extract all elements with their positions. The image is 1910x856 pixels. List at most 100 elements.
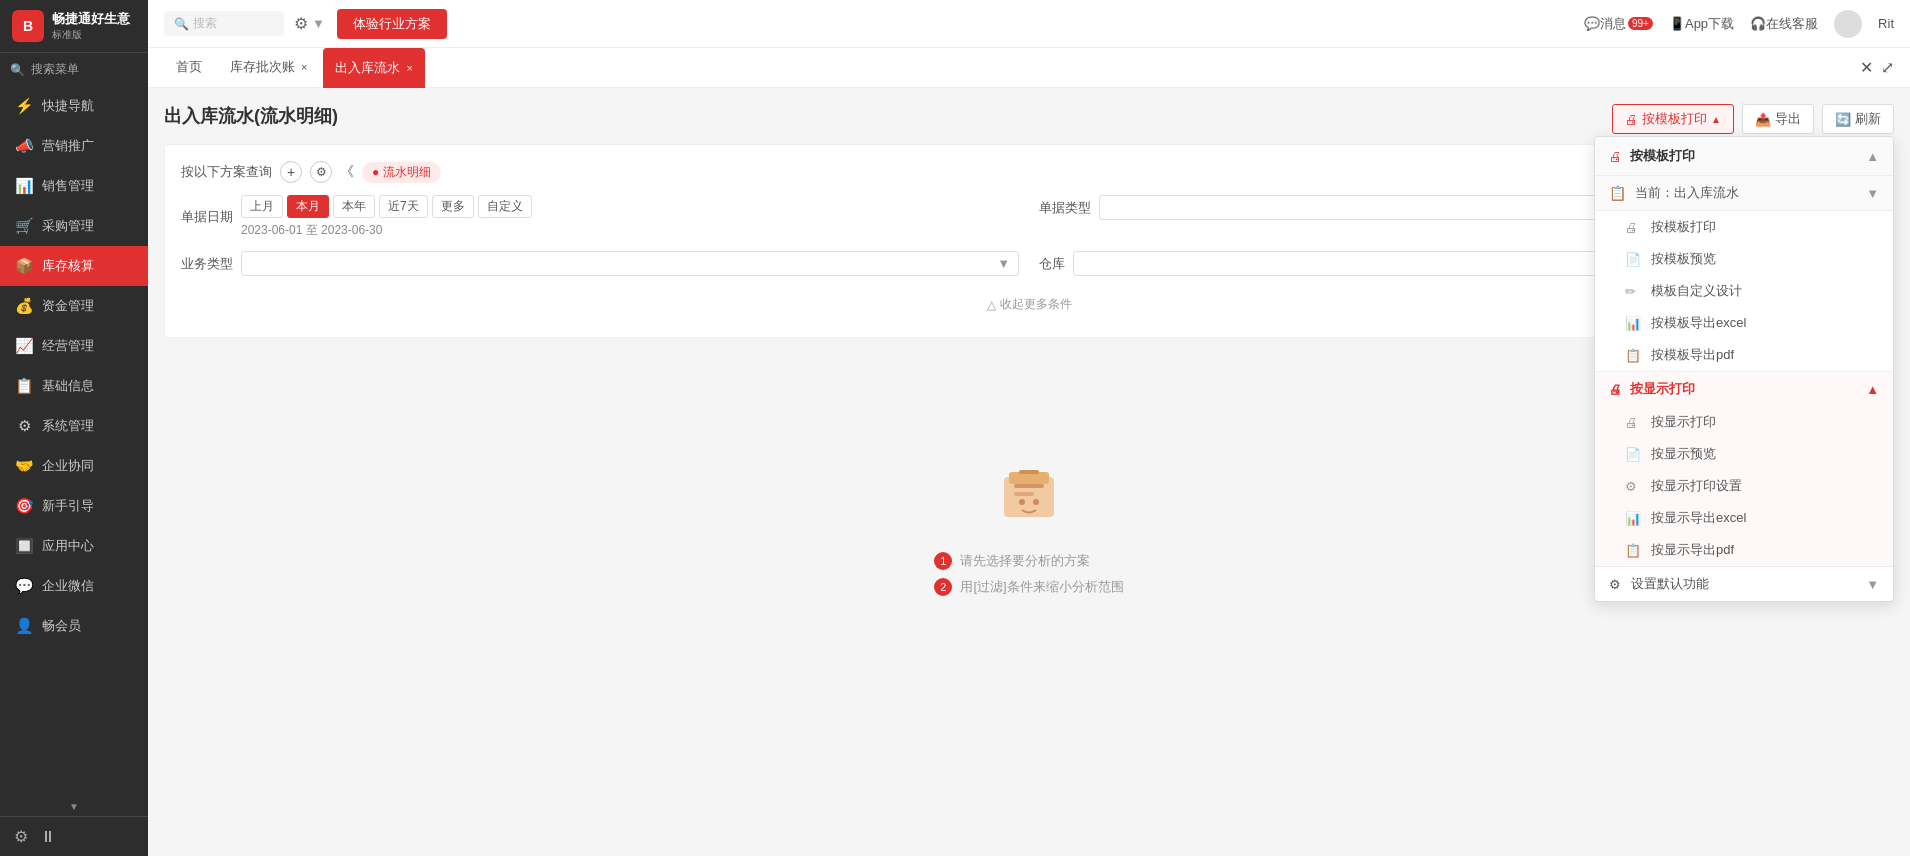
search-icon: 🔍 xyxy=(174,17,189,31)
sidebar-item-app-center[interactable]: 🔲 应用中心 xyxy=(0,526,148,566)
sidebar-logo: B 畅捷通好生意 标准版 xyxy=(0,0,148,53)
close-tab-icon[interactable]: ✕ xyxy=(1860,58,1873,77)
date-btn-recent-7days[interactable]: 近7天 xyxy=(379,195,428,218)
search-icon: 🔍 xyxy=(10,63,25,77)
sidebar: B 畅捷通好生意 标准版 🔍 搜索菜单 ⚡ 快捷导航 📣 营销推广 📊 销售管理… xyxy=(0,0,148,856)
sidebar-search[interactable]: 🔍 搜索菜单 xyxy=(0,53,148,86)
sidebar-item-guide[interactable]: 🎯 新手引导 xyxy=(0,486,148,526)
export-icon: 📤 xyxy=(1755,112,1771,127)
app-download[interactable]: 📱 App下载 xyxy=(1669,15,1734,33)
date-btn-current-month[interactable]: 本月 xyxy=(287,195,329,218)
chevron-up-icon[interactable]: ▲ xyxy=(1866,149,1879,164)
display-preview-btn[interactable]: 📄 按显示预览 xyxy=(1595,438,1893,470)
tab-home[interactable]: 首页 xyxy=(164,48,214,88)
template-export-excel-btn[interactable]: 📊 按模板导出excel xyxy=(1595,307,1893,339)
system-icon: ⚙ xyxy=(14,416,34,436)
topbar: 🔍 搜索 ⚙ ▼ 体验行业方案 💬 消息 99+ 📱 App下载 🎧 在线客服 … xyxy=(148,0,1910,48)
date-btn-custom[interactable]: 自定义 xyxy=(478,195,532,218)
chevron-down-icon: ▼ xyxy=(997,256,1010,271)
filter-tag-icon: ● xyxy=(372,165,379,179)
filter-setting-btn[interactable]: ⚙ xyxy=(310,161,332,183)
sidebar-item-purchase[interactable]: 🛒 采购管理 xyxy=(0,206,148,246)
date-btn-prev-month[interactable]: 上月 xyxy=(241,195,283,218)
sidebar-item-inventory[interactable]: 📦 库存核算 xyxy=(0,246,148,286)
enterprise-icon: 🤝 xyxy=(14,456,34,476)
sidebar-item-operations[interactable]: 📈 经营管理 xyxy=(0,326,148,366)
empty-step-1: 1 请先选择要分析的方案 xyxy=(934,552,1123,570)
tab-controls: ✕ ⤢ xyxy=(1860,58,1894,77)
sidebar-item-sales[interactable]: 📊 销售管理 xyxy=(0,166,148,206)
sidebar-item-marketing[interactable]: 📣 营销推广 xyxy=(0,126,148,166)
dropdown-arrow-icon[interactable]: ▼ xyxy=(312,16,325,31)
basic-icon: 📋 xyxy=(14,376,34,396)
tabs: 首页 库存批次账 × 出入库流水 × ✕ ⤢ xyxy=(148,48,1910,88)
template-preview-btn[interactable]: 📄 按模板预览 xyxy=(1595,243,1893,275)
empty-illustration xyxy=(989,452,1069,532)
display-print-settings-btn[interactable]: ⚙ 按显示打印设置 xyxy=(1595,470,1893,502)
date-btn-current-year[interactable]: 本年 xyxy=(333,195,375,218)
message-badge[interactable]: 💬 消息 99+ xyxy=(1584,15,1653,33)
maximize-icon[interactable]: ⤢ xyxy=(1881,58,1894,77)
current-template-info: 📋 当前：出入库流水 ▼ xyxy=(1595,176,1893,211)
online-service[interactable]: 🎧 在线客服 xyxy=(1750,15,1818,33)
filter-business-select[interactable]: ▼ xyxy=(241,251,1019,276)
sidebar-item-label: 应用中心 xyxy=(42,537,94,555)
display-export-excel-btn[interactable]: 📊 按显示导出excel xyxy=(1595,502,1893,534)
filter-date-btns: 上月 本月 本年 近7天 更多 自定义 xyxy=(241,195,532,218)
sidebar-item-system[interactable]: ⚙ 系统管理 xyxy=(0,406,148,446)
print-template-btn[interactable]: 🖨 按模板打印 ▲ xyxy=(1612,104,1734,134)
tab-flow[interactable]: 出入库流水 × xyxy=(323,48,424,88)
refresh-btn[interactable]: 🔄 刷新 xyxy=(1822,104,1894,134)
industry-btn[interactable]: 体验行业方案 xyxy=(337,9,447,39)
set-default-btn[interactable]: ⚙ 设置默认功能 ▼ xyxy=(1595,566,1893,601)
tab-batch-ledger[interactable]: 库存批次账 × xyxy=(218,48,319,88)
sidebar-item-label: 畅会员 xyxy=(42,617,81,635)
filter-collapse-btn[interactable]: 《 xyxy=(340,163,354,181)
settings-icon[interactable]: ⚙ xyxy=(14,827,28,846)
marketing-icon: 📣 xyxy=(14,136,34,156)
sidebar-item-label: 采购管理 xyxy=(42,217,94,235)
sidebar-item-quick-nav[interactable]: ⚡ 快捷导航 xyxy=(0,86,148,126)
empty-step-2: 2 用[过滤]条件来缩小分析范围 xyxy=(934,578,1123,596)
template-custom-btn[interactable]: ✏ 模板自定义设计 xyxy=(1595,275,1893,307)
chevron-up-icon: ▲ xyxy=(1866,382,1879,397)
sidebar-item-finance[interactable]: 💰 资金管理 xyxy=(0,286,148,326)
print-header-icon: 🖨 xyxy=(1609,149,1622,164)
display-section: 🖨 按显示打印 ▲ 🖨 按显示打印 📄 按显示预览 ⚙ 按显示打印设置 xyxy=(1595,372,1893,566)
display-section-header[interactable]: 🖨 按显示打印 ▲ xyxy=(1595,372,1893,406)
tab-close-batch[interactable]: × xyxy=(301,61,307,73)
display-print-btn[interactable]: 🖨 按显示打印 xyxy=(1595,406,1893,438)
sidebar-item-enterprise[interactable]: 🤝 企业协同 xyxy=(0,446,148,486)
sidebar-item-label: 新手引导 xyxy=(42,497,94,515)
sidebar-item-member[interactable]: 👤 畅会员 xyxy=(0,606,148,646)
template-export-pdf-btn[interactable]: 📋 按模板导出pdf xyxy=(1595,339,1893,371)
page-content: 出入库流水(流水明细) 🖨 按模板打印 ▲ 📤 导出 🔄 刷新 按以下方案查询 … xyxy=(148,88,1910,856)
template-print-btn[interactable]: 🖨 按模板打印 xyxy=(1595,211,1893,243)
quick-nav-icon: ⚡ xyxy=(14,96,34,116)
sidebar-item-label: 企业协同 xyxy=(42,457,94,475)
svg-rect-4 xyxy=(1014,492,1034,496)
sidebar-item-wechat[interactable]: 💬 企业微信 xyxy=(0,566,148,606)
printer-icon: 🖨 xyxy=(1625,415,1641,430)
sidebar-item-basic[interactable]: 📋 基础信息 xyxy=(0,366,148,406)
topbar-search[interactable]: 🔍 搜索 xyxy=(164,11,284,36)
purchase-icon: 🛒 xyxy=(14,216,34,236)
toggle-icon[interactable]: ⏸ xyxy=(40,828,56,846)
tab-close-flow[interactable]: × xyxy=(406,62,412,74)
excel-icon: 📊 xyxy=(1625,316,1641,331)
gear-icon[interactable]: ⚙ xyxy=(294,14,308,33)
export-btn[interactable]: 📤 导出 xyxy=(1742,104,1814,134)
app-icon: 📱 xyxy=(1669,16,1685,31)
display-export-pdf-btn[interactable]: 📋 按显示导出pdf xyxy=(1595,534,1893,566)
logo-text: 畅捷通好生意 标准版 xyxy=(52,11,130,41)
chevron-up-icon: ▲ xyxy=(1711,114,1721,125)
message-icon: 💬 xyxy=(1584,16,1600,31)
filter-date-group: 上月 本月 本年 近7天 更多 自定义 2023-06-01 至 2023-06… xyxy=(241,195,532,239)
sidebar-item-label: 营销推广 xyxy=(42,137,94,155)
date-btn-more[interactable]: 更多 xyxy=(432,195,474,218)
svg-rect-3 xyxy=(1014,484,1044,488)
logo-icon: B xyxy=(12,10,44,42)
filter-add-btn[interactable]: + xyxy=(280,161,302,183)
filter-date-item: 单据日期 上月 本月 本年 近7天 更多 自定义 2023-06-01 至 20… xyxy=(181,195,1019,239)
avatar[interactable] xyxy=(1834,10,1862,38)
